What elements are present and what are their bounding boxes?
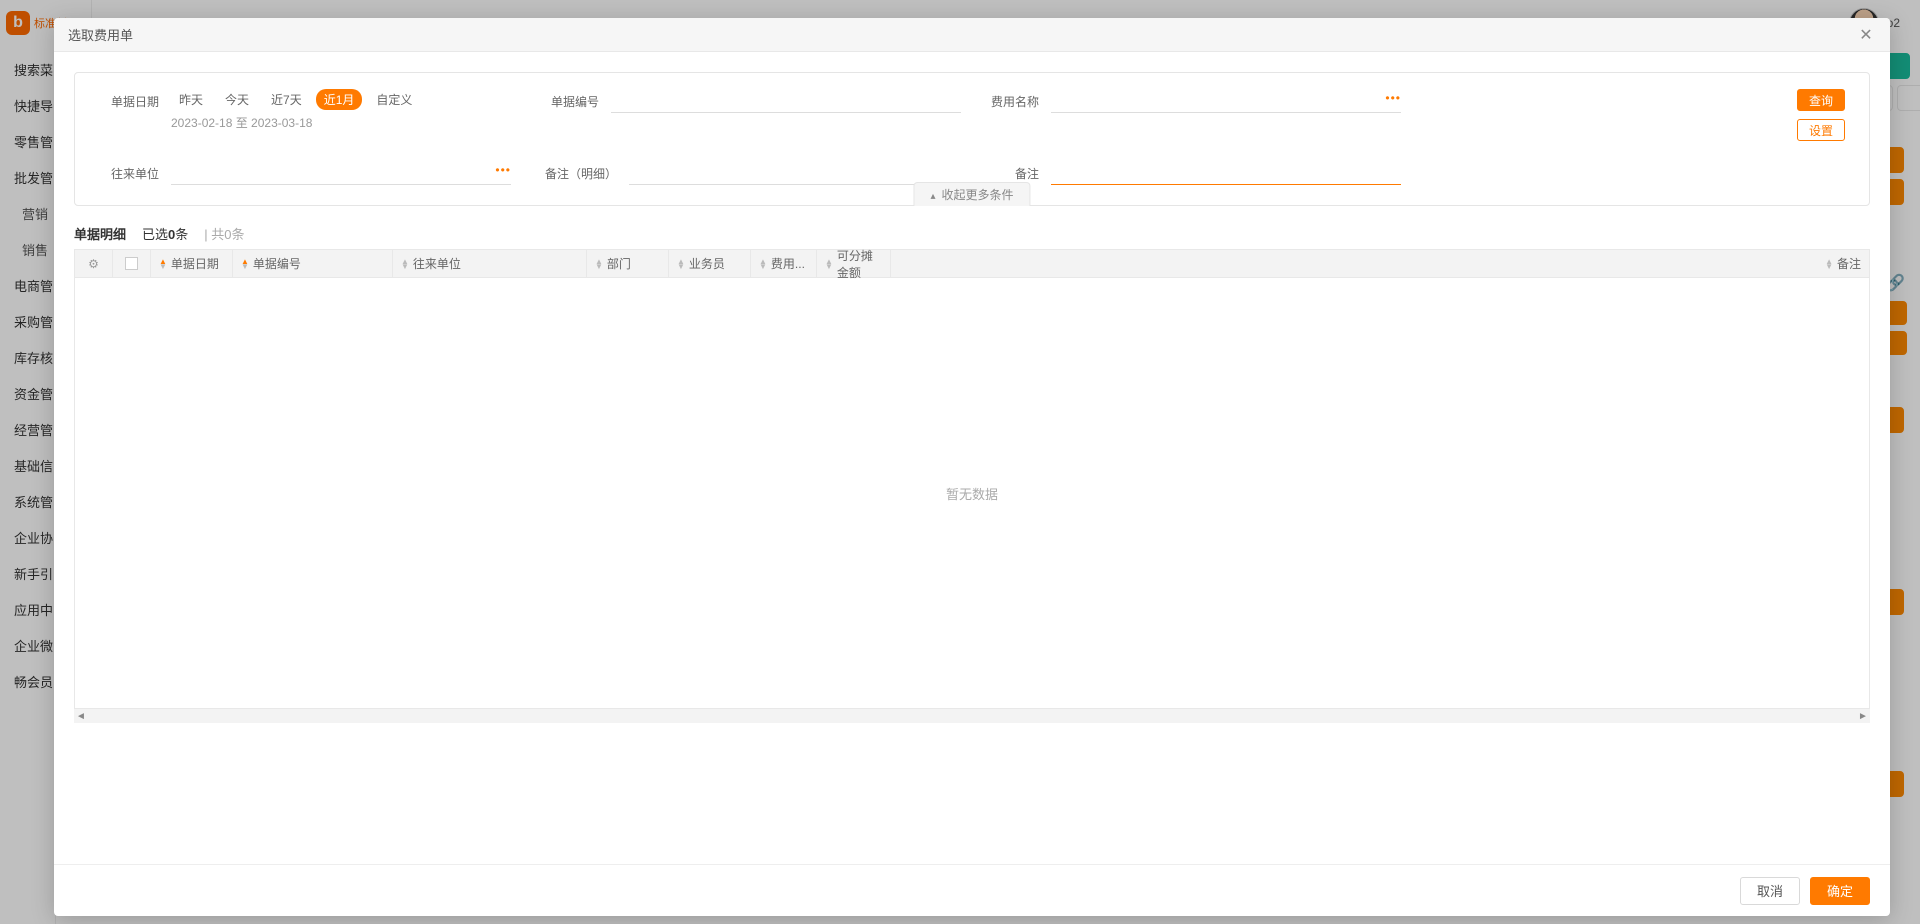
total-count: | 共0条 — [204, 224, 244, 243]
horizontal-scrollbar[interactable]: ◄ ► — [74, 709, 1870, 723]
date-tag-today[interactable]: 今天 — [217, 89, 257, 110]
settings-button[interactable]: 设置 — [1797, 119, 1845, 141]
filter-group-fee-name: 费用名称 ••• — [979, 89, 1779, 113]
filter-label-code: 单据编号 — [539, 89, 599, 110]
date-tag-custom[interactable]: 自定义 — [368, 89, 420, 110]
fee-name-picker-icon[interactable]: ••• — [1385, 91, 1401, 105]
filter-label-fee-name: 费用名称 — [979, 89, 1039, 110]
date-tag-last1m[interactable]: 近1月 — [316, 89, 363, 110]
column-label: 往来单位 — [413, 255, 461, 272]
filter-group-note: 备注 — [979, 161, 1779, 185]
modal-body: 单据日期 昨天 今天 近7天 近1月 自定义 2023-02-18 至 2023… — [54, 52, 1890, 864]
column-label: 备注 — [1837, 255, 1861, 272]
sort-icon: ▲▼ — [1825, 259, 1833, 269]
cancel-button[interactable]: 取消 — [1740, 877, 1800, 905]
partner-picker-icon[interactable]: ••• — [495, 163, 511, 177]
column-label: 部门 — [607, 255, 631, 272]
filter-panel: 单据日期 昨天 今天 近7天 近1月 自定义 2023-02-18 至 2023… — [74, 72, 1870, 206]
column-header-staff[interactable]: ▲▼ 业务员 — [669, 250, 751, 277]
date-tag-yesterday[interactable]: 昨天 — [171, 89, 211, 110]
sort-icon: ▲▼ — [825, 259, 833, 269]
query-button[interactable]: 查询 — [1797, 89, 1845, 111]
sort-icon: ▲▼ — [677, 259, 685, 269]
sort-icon: ▲▼ — [595, 259, 603, 269]
partner-input[interactable] — [171, 161, 511, 185]
column-label: 费用... — [771, 255, 805, 272]
modal-header: 选取费用单 ✕ — [54, 18, 1890, 52]
column-label: 业务员 — [689, 255, 725, 272]
select-all-checkbox[interactable] — [113, 250, 151, 277]
modal-title: 选取费用单 — [68, 25, 133, 44]
note-input[interactable] — [1051, 161, 1401, 185]
column-header-partner[interactable]: ▲▼ 往来单位 — [393, 250, 587, 277]
filter-group-partner: 往来单位 ••• — [99, 161, 539, 185]
collapse-filters-label: 收起更多条件 — [942, 186, 1014, 203]
column-label: 可分摊金额 — [837, 247, 882, 281]
date-range-tags: 昨天 今天 近7天 近1月 自定义 — [171, 89, 539, 110]
column-header-date[interactable]: ▲▼ 单据日期 — [151, 250, 233, 277]
ok-button[interactable]: 确定 — [1810, 877, 1870, 905]
detail-section-header: 单据明细 已选0条 | 共0条 — [74, 224, 1870, 243]
gear-icon: ⚙ — [88, 257, 99, 271]
selected-count: 已选0条 — [142, 224, 188, 243]
chevron-up-icon — [930, 188, 935, 202]
note-detail-input[interactable] — [629, 161, 961, 185]
empty-text: 暂无数据 — [946, 484, 998, 503]
filter-group-note-detail: 备注（明细） — [539, 161, 979, 185]
table-body-empty: 暂无数据 — [75, 278, 1869, 708]
column-header-amount[interactable]: ▲▼ 可分摊金额 — [817, 250, 891, 277]
filter-group-code: 单据编号 — [539, 89, 979, 113]
column-header-remark[interactable]: ▲▼ 备注 — [891, 250, 1869, 277]
sort-icon: ▲▼ — [759, 259, 767, 269]
filter-label-partner: 往来单位 — [99, 161, 159, 182]
section-title: 单据明细 — [74, 224, 126, 243]
scroll-left-icon[interactable]: ◄ — [74, 709, 88, 723]
checkbox-icon — [125, 257, 138, 270]
filter-actions: 查询 设置 — [1797, 89, 1845, 141]
filter-group-date: 单据日期 昨天 今天 近7天 近1月 自定义 2023-02-18 至 2023… — [99, 89, 539, 131]
collapse-filters-button[interactable]: 收起更多条件 — [913, 182, 1030, 206]
modal-footer: 取消 确定 — [54, 864, 1890, 916]
scroll-right-icon[interactable]: ► — [1856, 709, 1870, 723]
column-label: 单据日期 — [171, 255, 219, 272]
close-icon[interactable]: ✕ — [1856, 25, 1876, 45]
scroll-track[interactable] — [88, 709, 1856, 723]
sort-icon: ▲▼ — [401, 259, 409, 269]
date-tag-last7[interactable]: 近7天 — [263, 89, 310, 110]
code-input[interactable] — [611, 89, 961, 113]
fee-name-input[interactable] — [1051, 89, 1401, 113]
column-header-code[interactable]: ▲▼ 单据编号 — [233, 250, 393, 277]
detail-table: ⚙ ▲▼ 单据日期 ▲▼ 单据编号 ▲▼ 往来单位 ▲▼ — [74, 249, 1870, 709]
filter-label-date: 单据日期 — [99, 89, 159, 110]
filter-label-note-detail: 备注（明细） — [539, 161, 617, 182]
date-range-value: 2023-02-18 至 2023-03-18 — [171, 114, 539, 131]
sort-icon: ▲▼ — [159, 259, 167, 269]
select-expense-modal: 选取费用单 ✕ 单据日期 昨天 今天 近7天 近1月 自定义 — [54, 18, 1890, 916]
sort-icon: ▲▼ — [241, 259, 249, 269]
column-settings-button[interactable]: ⚙ — [75, 250, 113, 277]
table-header: ⚙ ▲▼ 单据日期 ▲▼ 单据编号 ▲▼ 往来单位 ▲▼ — [75, 250, 1869, 278]
column-header-dept[interactable]: ▲▼ 部门 — [587, 250, 669, 277]
column-header-fee[interactable]: ▲▼ 费用... — [751, 250, 817, 277]
filter-label-note: 备注 — [979, 161, 1039, 182]
column-label: 单据编号 — [253, 255, 301, 272]
